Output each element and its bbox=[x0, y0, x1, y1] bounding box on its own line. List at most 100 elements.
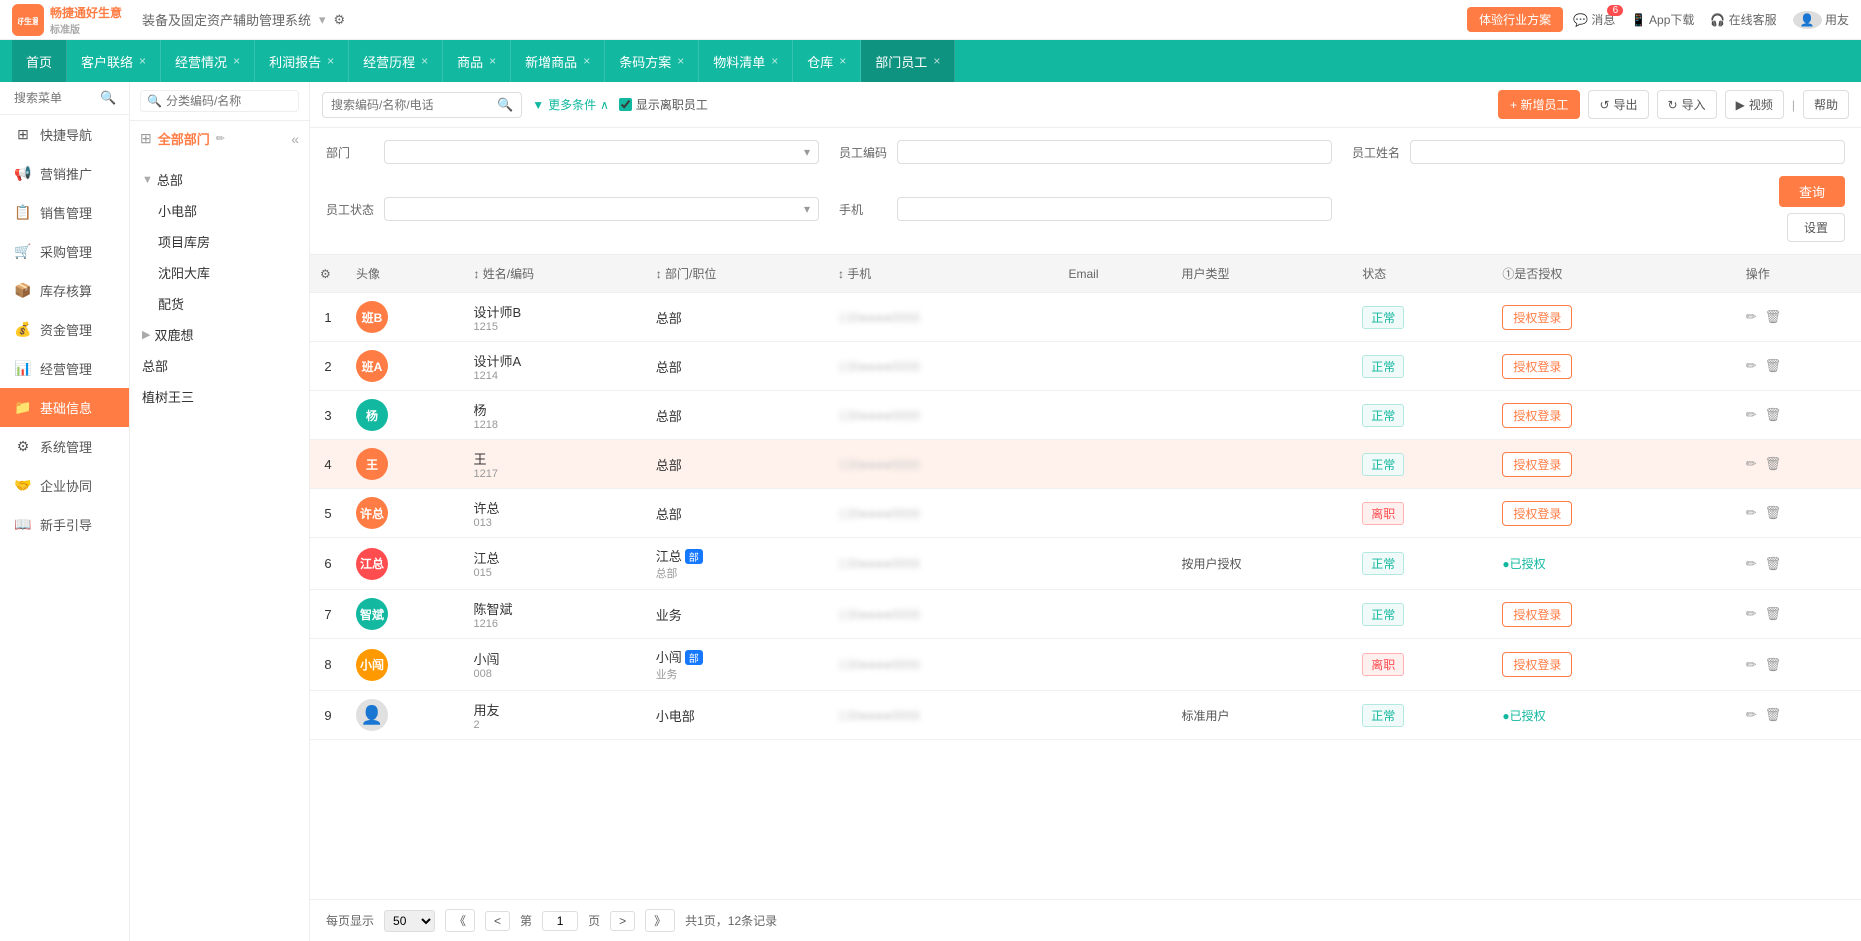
sidebar-item-enterprise[interactable]: 🤝 企业协同 bbox=[0, 466, 129, 505]
dept-search-input[interactable] bbox=[166, 94, 256, 108]
tab-operations-status[interactable]: 经营情况 × bbox=[161, 40, 255, 82]
view-button[interactable]: ▶ 视频 bbox=[1725, 90, 1784, 119]
delete-icon[interactable]: 🗑 bbox=[1765, 407, 1782, 423]
sidebar-item-marketing[interactable]: 📢 营销推广 bbox=[0, 154, 129, 193]
export-button[interactable]: ↺ 导出 bbox=[1588, 90, 1648, 119]
tab-warehouse[interactable]: 仓库 × bbox=[793, 40, 861, 82]
close-icon[interactable]: × bbox=[839, 54, 846, 68]
edit-dept-icon[interactable]: ✏ bbox=[216, 132, 225, 145]
dept-node-small-elec[interactable]: 小电部 bbox=[130, 195, 309, 226]
auth-login-button[interactable]: 授权登录 bbox=[1502, 652, 1572, 677]
col-name-code[interactable]: ↕ 姓名/编码 bbox=[463, 255, 645, 293]
sidebar-item-guide[interactable]: 📖 新手引导 bbox=[0, 505, 129, 544]
app-download[interactable]: 📱 App下载 bbox=[1631, 11, 1694, 28]
delete-icon[interactable]: 🗑 bbox=[1765, 309, 1782, 325]
close-icon[interactable]: × bbox=[327, 54, 334, 68]
edit-icon[interactable]: ✏ bbox=[1746, 358, 1757, 374]
close-icon[interactable]: × bbox=[233, 54, 240, 68]
sidebar-search-input[interactable] bbox=[14, 91, 94, 105]
all-dept-label[interactable]: 全部部门 bbox=[158, 129, 210, 148]
edit-icon[interactable]: ✏ bbox=[1746, 505, 1757, 521]
sidebar-item-finance[interactable]: 💰 资金管理 bbox=[0, 310, 129, 349]
sidebar-item-sales[interactable]: 📋 销售管理 bbox=[0, 193, 129, 232]
sidebar-item-inventory[interactable]: 📦 库存核算 bbox=[0, 271, 129, 310]
auth-login-button[interactable]: 授权登录 bbox=[1502, 452, 1572, 477]
edit-icon[interactable]: ✏ bbox=[1746, 657, 1757, 673]
close-icon[interactable]: × bbox=[139, 54, 146, 68]
per-page-select[interactable]: 50 100 bbox=[384, 910, 435, 932]
edit-icon[interactable]: ✏ bbox=[1746, 556, 1757, 572]
show-resigned-checkbox[interactable] bbox=[619, 98, 632, 111]
close-icon[interactable]: × bbox=[677, 54, 684, 68]
dropdown-arrow[interactable]: ▾ bbox=[319, 12, 326, 28]
sidebar-item-basic-info[interactable]: 📁 基础信息 bbox=[0, 388, 129, 427]
dept-node-hq[interactable]: 总部 bbox=[130, 350, 309, 381]
set-button[interactable]: 设置 bbox=[1787, 213, 1845, 242]
tab-customer[interactable]: 客户联络 × bbox=[67, 40, 161, 82]
dept-node-headquarters-parent[interactable]: ▼ 总部 bbox=[130, 164, 309, 195]
edit-icon[interactable]: ✏ bbox=[1746, 407, 1757, 423]
edit-icon[interactable]: ✏ bbox=[1746, 707, 1757, 723]
dept-node-distribution[interactable]: 配货 bbox=[130, 288, 309, 319]
delete-icon[interactable]: 🗑 bbox=[1765, 657, 1782, 673]
delete-icon[interactable]: 🗑 bbox=[1765, 606, 1782, 622]
emp-name-filter-input[interactable] bbox=[1410, 140, 1845, 164]
tab-goods[interactable]: 商品 × bbox=[443, 40, 511, 82]
auth-login-button[interactable]: 授权登录 bbox=[1502, 354, 1572, 379]
edit-icon[interactable]: ✏ bbox=[1746, 309, 1757, 325]
col-phone[interactable]: ↕ 手机 bbox=[828, 255, 1059, 293]
dept-node-zhishu[interactable]: 植树王三 bbox=[130, 381, 309, 412]
sidebar-item-quick-nav[interactable]: ⊞ 快捷导航 bbox=[0, 115, 129, 154]
try-industry-button[interactable]: 体验行业方案 bbox=[1467, 7, 1563, 32]
tab-bom[interactable]: 物料清单 × bbox=[699, 40, 793, 82]
emp-code-filter-input[interactable] bbox=[897, 140, 1332, 164]
add-employee-button[interactable]: + 新增员工 bbox=[1498, 90, 1580, 119]
sidebar-item-system[interactable]: ⚙ 系统管理 bbox=[0, 427, 129, 466]
tab-profit[interactable]: 利润报告 × bbox=[255, 40, 349, 82]
dept-filter-select[interactable]: ▾ bbox=[384, 140, 819, 164]
online-service[interactable]: 🎧 在线客服 bbox=[1710, 11, 1776, 28]
close-icon[interactable]: × bbox=[771, 54, 778, 68]
query-button[interactable]: 查询 bbox=[1779, 176, 1845, 207]
col-settings[interactable]: ⚙ bbox=[310, 255, 346, 293]
tab-barcode[interactable]: 条码方案 × bbox=[605, 40, 699, 82]
sidebar-item-purchase[interactable]: 🛒 采购管理 bbox=[0, 232, 129, 271]
last-page-button[interactable]: 》 bbox=[645, 909, 675, 932]
close-icon[interactable]: × bbox=[583, 54, 590, 68]
tab-home[interactable]: 首页 bbox=[12, 40, 67, 82]
close-icon[interactable]: × bbox=[421, 54, 428, 68]
tab-dept-employee[interactable]: 部门员工 × bbox=[861, 40, 955, 82]
more-filter-button[interactable]: ▼ 更多条件 ∧ bbox=[532, 96, 609, 113]
gear-icon[interactable]: ⚙ bbox=[334, 12, 346, 28]
collapse-icon[interactable]: « bbox=[291, 131, 299, 147]
delete-icon[interactable]: 🗑 bbox=[1765, 358, 1782, 374]
auth-login-button[interactable]: 授权登录 bbox=[1502, 403, 1572, 428]
auth-login-button[interactable]: 授权登录 bbox=[1502, 602, 1572, 627]
next-page-button[interactable]: > bbox=[610, 911, 635, 931]
phone-filter-input[interactable] bbox=[897, 197, 1332, 221]
emp-status-filter-select[interactable]: ▾ bbox=[384, 197, 819, 221]
edit-icon[interactable]: ✏ bbox=[1746, 456, 1757, 472]
import-button[interactable]: ↻ 导入 bbox=[1657, 90, 1717, 119]
dept-node-project-warehouse[interactable]: 项目库房 bbox=[130, 226, 309, 257]
first-page-button[interactable]: 《 bbox=[445, 909, 475, 932]
dept-node-shenyang[interactable]: 沈阳大库 bbox=[130, 257, 309, 288]
tab-add-goods[interactable]: 新增商品 × bbox=[511, 40, 605, 82]
auth-login-button[interactable]: 授权登录 bbox=[1502, 501, 1572, 526]
prev-page-button[interactable]: < bbox=[485, 911, 510, 931]
close-icon[interactable]: × bbox=[933, 54, 940, 68]
dept-node-shuanglu[interactable]: ▶ 双鹿想 bbox=[130, 319, 309, 350]
edit-icon[interactable]: ✏ bbox=[1746, 606, 1757, 622]
delete-icon[interactable]: 🗑 bbox=[1765, 556, 1782, 572]
delete-icon[interactable]: 🗑 bbox=[1765, 456, 1782, 472]
auth-login-button[interactable]: 授权登录 bbox=[1502, 305, 1572, 330]
delete-icon[interactable]: 🗑 bbox=[1765, 505, 1782, 521]
close-icon[interactable]: × bbox=[489, 54, 496, 68]
tab-operations-history[interactable]: 经营历程 × bbox=[349, 40, 443, 82]
show-resigned-checkbox-area[interactable]: 显示离职员工 bbox=[619, 96, 708, 113]
message-icon[interactable]: 💬 消息 6 bbox=[1573, 11, 1615, 28]
user-avatar[interactable]: 👤 用友 bbox=[1793, 11, 1849, 28]
delete-icon[interactable]: 🗑 bbox=[1765, 707, 1782, 723]
sidebar-item-operations[interactable]: 📊 经营管理 bbox=[0, 349, 129, 388]
help-button[interactable]: 帮助 bbox=[1803, 90, 1849, 119]
